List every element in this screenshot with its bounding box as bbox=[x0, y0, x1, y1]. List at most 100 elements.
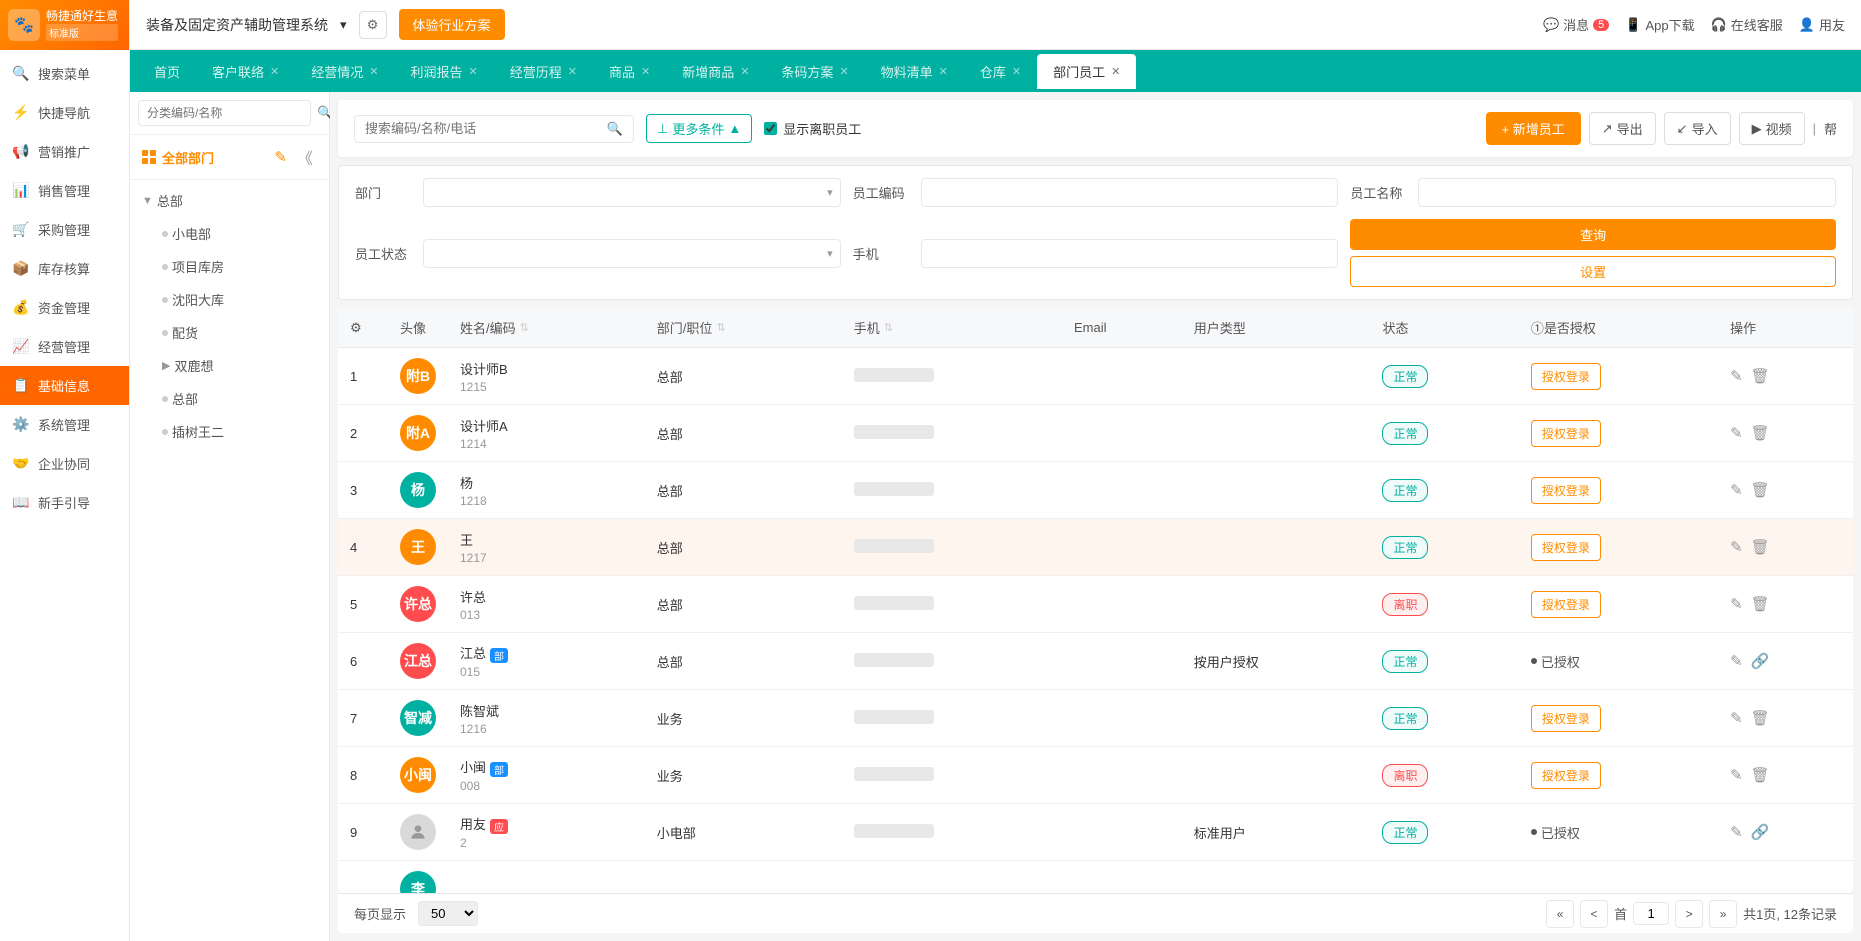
edit-icon[interactable]: ✎ bbox=[1730, 709, 1743, 727]
sidebar-item-purchase[interactable]: 🛒 采购管理 bbox=[0, 210, 129, 249]
sidebar-item-operations[interactable]: 📈 经营管理 bbox=[0, 327, 129, 366]
edit-icon[interactable]: ✎ bbox=[1730, 481, 1743, 499]
next-page-button[interactable]: > bbox=[1675, 900, 1703, 928]
sidebar-item-collab[interactable]: 🤝 企业协同 bbox=[0, 444, 129, 483]
online-service-button[interactable]: 🎧 在线客服 bbox=[1711, 15, 1783, 34]
sidebar-item-marketing[interactable]: 📢 营销推广 bbox=[0, 132, 129, 171]
sidebar-item-sales[interactable]: 📊 销售管理 bbox=[0, 171, 129, 210]
tab-profit[interactable]: 利润报告 ✕ bbox=[394, 54, 493, 89]
auth-login-button[interactable]: 授权登录 bbox=[1531, 363, 1601, 390]
tab-close-icon[interactable]: ✕ bbox=[270, 65, 279, 78]
export-button[interactable]: ↗ 导出 bbox=[1589, 112, 1656, 145]
show-resigned-checkbox[interactable] bbox=[764, 122, 777, 135]
sidebar-item-guide[interactable]: 📖 新手引导 bbox=[0, 483, 129, 522]
dept-tree-item-xiaodian[interactable]: 小电部 bbox=[130, 217, 329, 250]
delete-icon[interactable]: 🗑 bbox=[1751, 595, 1770, 613]
message-button[interactable]: 💬 消息 5 bbox=[1543, 15, 1609, 34]
search-field[interactable]: 🔍 bbox=[354, 115, 634, 143]
dept-tree-item-root[interactable]: ▼ 总部 bbox=[130, 184, 329, 217]
dept-tree-item-shuanglu[interactable]: ▶ 双鹿想 bbox=[130, 349, 329, 382]
delete-icon[interactable]: 🗑 bbox=[1751, 766, 1770, 784]
tab-close-icon[interactable]: ✕ bbox=[641, 65, 650, 78]
auth-login-button[interactable]: 授权登录 bbox=[1531, 534, 1601, 561]
tab-bom[interactable]: 物料清单 ✕ bbox=[865, 54, 964, 89]
link-icon[interactable]: 🔗 bbox=[1751, 652, 1770, 670]
tab-customer[interactable]: 客户联络 ✕ bbox=[196, 54, 295, 89]
sidebar-item-system[interactable]: ⚙️ 系统管理 bbox=[0, 405, 129, 444]
first-page-button[interactable]: « bbox=[1546, 900, 1574, 928]
tab-goods[interactable]: 商品 ✕ bbox=[593, 54, 666, 89]
set-button[interactable]: 设置 bbox=[1350, 256, 1836, 287]
tab-close-icon[interactable]: ✕ bbox=[1111, 65, 1120, 78]
edit-icon[interactable]: ✎ bbox=[1730, 823, 1743, 841]
last-page-button[interactable]: » bbox=[1709, 900, 1737, 928]
import-button[interactable]: ↙ 导入 bbox=[1664, 112, 1731, 145]
tab-close-icon[interactable]: ✕ bbox=[469, 65, 478, 78]
tab-close-icon[interactable]: ✕ bbox=[939, 65, 948, 78]
help-button[interactable]: 帮 bbox=[1824, 119, 1837, 138]
dept-select[interactable] bbox=[423, 178, 841, 207]
sidebar-item-search[interactable]: 🔍 搜索菜单 bbox=[0, 54, 129, 93]
edit-icon[interactable]: ✎ bbox=[1730, 595, 1743, 613]
tab-history[interactable]: 经营历程 ✕ bbox=[494, 54, 593, 89]
query-button[interactable]: 查询 bbox=[1350, 219, 1836, 250]
tab-close-icon[interactable]: ✕ bbox=[740, 65, 749, 78]
delete-icon[interactable]: 🗑 bbox=[1751, 481, 1770, 499]
dept-collapse-icon[interactable]: 《 bbox=[293, 143, 317, 171]
app-download-button[interactable]: 📱 App下载 bbox=[1625, 15, 1694, 34]
dept-tree-item-shenyang[interactable]: 沈阳大库 bbox=[130, 283, 329, 316]
edit-icon[interactable]: ✎ bbox=[1730, 424, 1743, 442]
search-icon[interactable]: 🔍 bbox=[607, 121, 623, 137]
tab-warehouse[interactable]: 仓库 ✕ bbox=[964, 54, 1037, 89]
edit-icon[interactable]: ✎ bbox=[1730, 367, 1743, 385]
sidebar-item-finance[interactable]: 💰 资金管理 bbox=[0, 288, 129, 327]
all-dept-label[interactable]: 全部部门 bbox=[142, 148, 214, 167]
dept-edit-icon[interactable]: ✎ bbox=[274, 148, 287, 166]
sidebar-item-basic-info[interactable]: 📋 基础信息 bbox=[0, 366, 129, 405]
page-size-select[interactable]: 50 100 200 bbox=[418, 901, 478, 926]
tab-close-icon[interactable]: ✕ bbox=[839, 65, 848, 78]
auth-login-button[interactable]: 授权登录 bbox=[1531, 705, 1601, 732]
delete-icon[interactable]: 🗑 bbox=[1751, 709, 1770, 727]
tab-dept-employees[interactable]: 部门员工 ✕ bbox=[1037, 54, 1136, 89]
user-menu-button[interactable]: 👤 用友 bbox=[1799, 15, 1845, 34]
sidebar-item-inventory[interactable]: 📦 库存核算 bbox=[0, 249, 129, 288]
phone-input[interactable] bbox=[921, 239, 1339, 268]
col-dept[interactable]: 部门/职位 ⇅ bbox=[645, 308, 842, 348]
col-phone[interactable]: 手机 ⇅ bbox=[842, 308, 1062, 348]
sidebar-item-shortcuts[interactable]: ⚡ 快捷导航 bbox=[0, 93, 129, 132]
edit-icon[interactable]: ✎ bbox=[1730, 766, 1743, 784]
trial-button[interactable]: 体验行业方案 bbox=[399, 9, 505, 40]
more-conditions-button[interactable]: ⊥ 更多条件 ▲ bbox=[646, 114, 752, 143]
dept-tree-item-project[interactable]: 项目库房 bbox=[130, 250, 329, 283]
emp-code-input[interactable] bbox=[921, 178, 1339, 207]
edit-icon[interactable]: ✎ bbox=[1730, 652, 1743, 670]
show-resigned-checkbox-label[interactable]: 显示离职员工 bbox=[764, 119, 861, 138]
view-button[interactable]: ▶ 视频 bbox=[1739, 112, 1805, 145]
auth-login-button[interactable]: 授权登录 bbox=[1531, 762, 1601, 789]
auth-login-button[interactable]: 授权登录 bbox=[1531, 591, 1601, 618]
dept-tree-item-zongbu[interactable]: 总部 bbox=[130, 382, 329, 415]
tab-operations-status[interactable]: 经营情况 ✕ bbox=[295, 54, 394, 89]
page-number-input[interactable] bbox=[1633, 902, 1669, 925]
tab-new-goods[interactable]: 新增商品 ✕ bbox=[666, 54, 765, 89]
edit-icon[interactable]: ✎ bbox=[1730, 538, 1743, 556]
emp-name-input[interactable] bbox=[1418, 178, 1836, 207]
col-settings[interactable]: ⚙ bbox=[338, 308, 388, 348]
delete-icon[interactable]: 🗑 bbox=[1751, 538, 1770, 556]
tab-close-icon[interactable]: ✕ bbox=[1012, 65, 1021, 78]
delete-icon[interactable]: 🗑 bbox=[1751, 367, 1770, 385]
tab-close-icon[interactable]: ✕ bbox=[369, 65, 378, 78]
link-icon[interactable]: 🔗 bbox=[1751, 823, 1770, 841]
search-input[interactable] bbox=[365, 121, 599, 136]
col-name[interactable]: 姓名/编码 ⇅ bbox=[448, 308, 645, 348]
tab-close-icon[interactable]: ✕ bbox=[568, 65, 577, 78]
status-select[interactable] bbox=[423, 239, 841, 268]
tab-barcode[interactable]: 条码方案 ✕ bbox=[765, 54, 864, 89]
dept-search-input[interactable] bbox=[138, 100, 311, 126]
auth-login-button[interactable]: 授权登录 bbox=[1531, 477, 1601, 504]
dept-tree-item-chashuwang[interactable]: 插树王二 bbox=[130, 415, 329, 448]
delete-icon[interactable]: 🗑 bbox=[1751, 424, 1770, 442]
settings-gear-button[interactable]: ⚙ bbox=[359, 11, 387, 39]
dept-tree-item-distribution[interactable]: 配货 bbox=[130, 316, 329, 349]
